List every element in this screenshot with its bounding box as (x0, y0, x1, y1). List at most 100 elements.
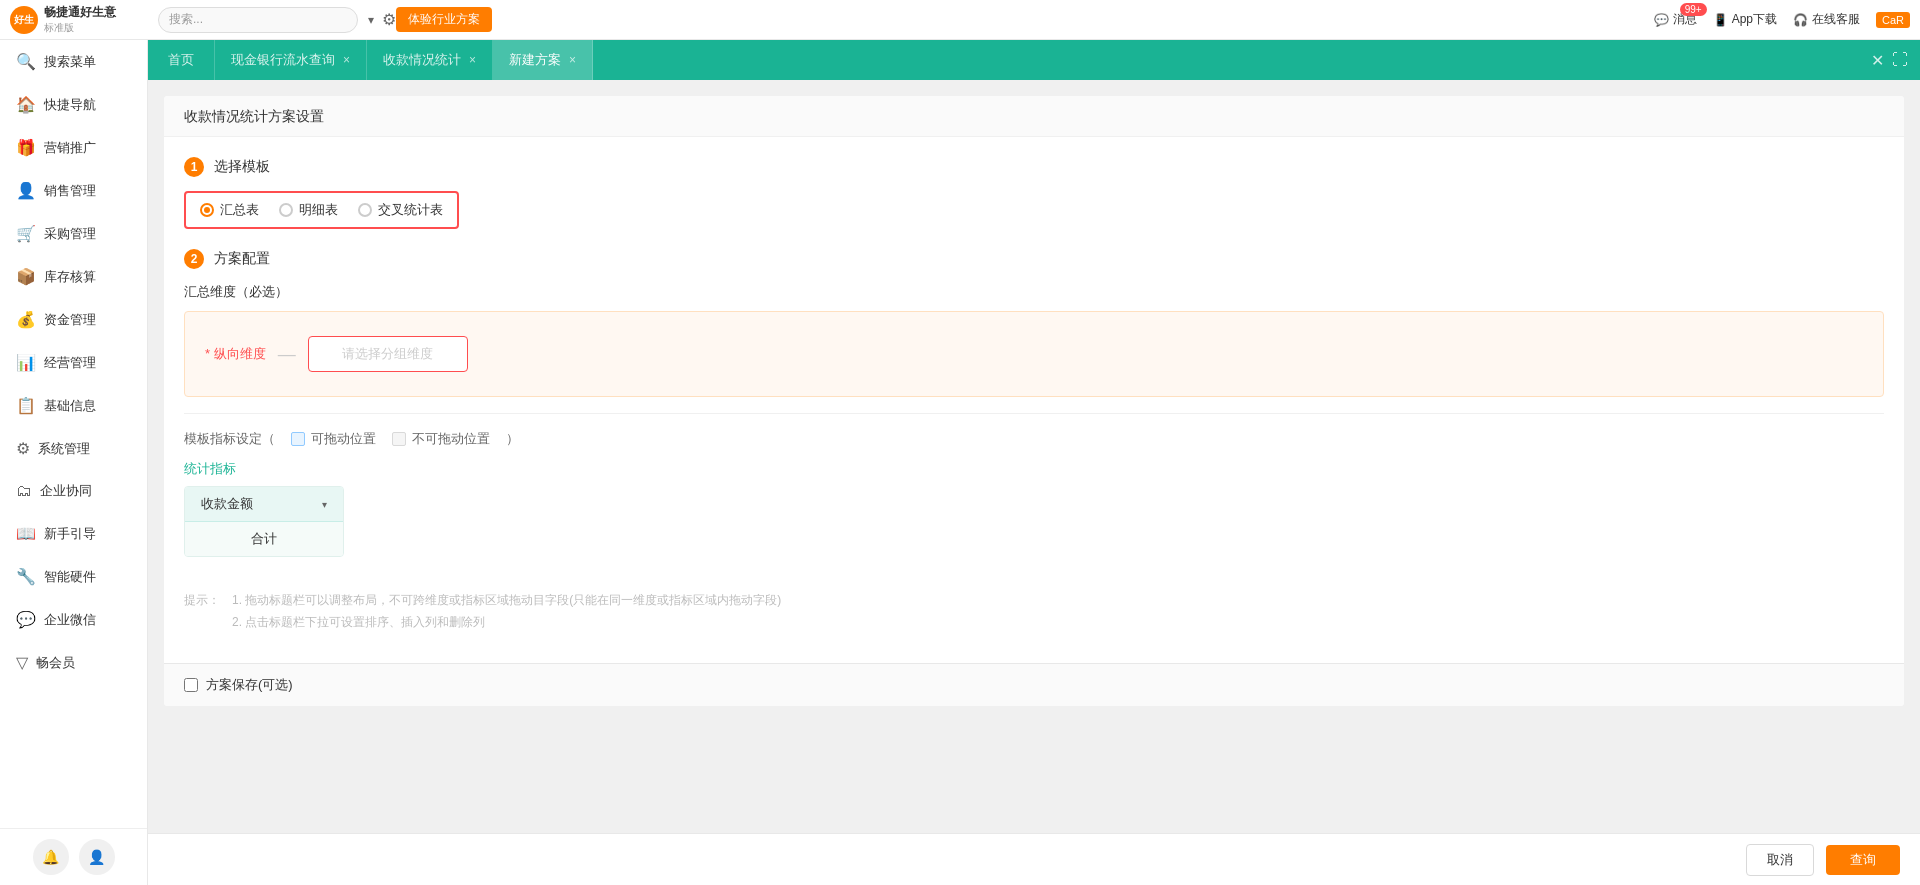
indicator-section-label: 模板指标设定（ (184, 430, 275, 448)
tab-collection-stat[interactable]: 收款情况统计 × (367, 40, 493, 80)
box-icon: 📦 (16, 267, 36, 286)
sidebar-btn-2[interactable]: 👤 (79, 839, 115, 875)
service-label: 在线客服 (1812, 11, 1860, 28)
cancel-button[interactable]: 取消 (1746, 844, 1814, 876)
sidebar-item-label: 库存核算 (44, 268, 96, 286)
tab-close-all-button[interactable]: ✕ (1871, 51, 1884, 70)
tab-home[interactable]: 首页 (148, 40, 215, 80)
footer-bar: 取消 查询 (148, 833, 1920, 885)
tab-collection-stat-label: 收款情况统计 (383, 51, 461, 69)
radio-detail-circle (279, 203, 293, 217)
service-icon: 🎧 (1793, 13, 1808, 27)
message-icon[interactable]: 💬 消息 99+ (1654, 11, 1697, 28)
page-wrapper: 收款情况统计方案设置 1 选择模板 汇总表 (148, 80, 1920, 833)
indicator-header-label: 收款金额 (201, 495, 253, 513)
sidebar-item-newbie[interactable]: 📖 新手引导 (0, 512, 147, 555)
indicator-total-label: 合计 (251, 531, 277, 546)
sidebar-item-basic[interactable]: 📋 基础信息 (0, 384, 147, 427)
sidebar-item-label: 资金管理 (44, 311, 96, 329)
user-avatar[interactable]: CaR (1876, 12, 1910, 28)
radio-summary-circle (200, 203, 214, 217)
sidebar-item-label: 企业微信 (44, 611, 96, 629)
tips-line2: 2. 点击标题栏下拉可设置排序、插入列和删除列 (184, 612, 1884, 634)
breadcrumb: 收款情况统计方案设置 (184, 108, 324, 124)
radio-cross-circle (358, 203, 372, 217)
tab-new-plan[interactable]: 新建方案 × (493, 40, 593, 80)
tab-bank-flow-close[interactable]: × (343, 53, 350, 67)
sidebar-item-sales[interactable]: 👤 销售管理 (0, 169, 147, 212)
dim-placeholder[interactable]: 请选择分组维度 (308, 336, 468, 372)
sidebar-item-member[interactable]: ▽ 畅会员 (0, 641, 147, 684)
sidebar-item-label: 畅会员 (36, 654, 75, 672)
sidebar-item-inventory[interactable]: 📦 库存核算 (0, 255, 147, 298)
sidebar-item-system[interactable]: ⚙ 系统管理 (0, 427, 147, 470)
dimension-area: 纵向维度 — 请选择分组维度 (184, 311, 1884, 397)
content-area: 首页 现金银行流水查询 × 收款情况统计 × 新建方案 × ✕ ⛶ (148, 40, 1920, 885)
list-icon: 📋 (16, 396, 36, 415)
wechat-icon: 💬 (16, 610, 36, 629)
tab-new-plan-close[interactable]: × (569, 53, 576, 67)
member-icon: ▽ (16, 653, 28, 672)
tips-section: 提示： 1. 拖动标题栏可以调整布局，不可跨维度或指标区域拖动目字段(只能在同一… (184, 580, 1884, 643)
step2-title: 2 方案配置 (184, 249, 1884, 269)
gift-icon: 🎁 (16, 138, 36, 157)
radio-detail[interactable]: 明细表 (279, 201, 338, 219)
hardware-icon: 🔧 (16, 567, 36, 586)
sidebar-item-finance[interactable]: 💰 资金管理 (0, 298, 147, 341)
settings-icon: ⚙ (16, 439, 30, 458)
sidebar-item-marketing[interactable]: 🎁 营销推广 (0, 126, 147, 169)
sidebar-item-label: 销售管理 (44, 182, 96, 200)
book-icon: 📖 (16, 524, 36, 543)
chart-icon: 📊 (16, 353, 36, 372)
non-draggable-dot (392, 432, 406, 446)
header-actions: ▾ ⚙ (368, 10, 396, 29)
user-name: CaR (1876, 12, 1910, 28)
indicator-title: 统计指标 (184, 460, 1884, 478)
radio-cross[interactable]: 交叉统计表 (358, 201, 443, 219)
tab-bank-flow[interactable]: 现金银行流水查询 × (215, 40, 367, 80)
folder-icon: 🗂 (16, 482, 32, 500)
step2-num: 2 (184, 249, 204, 269)
radio-summary-label: 汇总表 (220, 201, 259, 219)
tab-collection-stat-close[interactable]: × (469, 53, 476, 67)
trial-button[interactable]: 体验行业方案 (396, 7, 492, 32)
sidebar-item-wechat[interactable]: 💬 企业微信 (0, 598, 147, 641)
tab-maximize-button[interactable]: ⛶ (1892, 51, 1908, 69)
online-service[interactable]: 🎧 在线客服 (1793, 11, 1860, 28)
indicator-table: 收款金额 ▾ 合计 (184, 486, 344, 557)
step1-title: 选择模板 (214, 158, 270, 176)
gear-button[interactable]: ⚙ (382, 10, 396, 29)
query-button[interactable]: 查询 (1826, 845, 1900, 875)
sidebar-item-label: 基础信息 (44, 397, 96, 415)
sidebar-item-search[interactable]: 🔍 搜索菜单 (0, 40, 147, 83)
indicator-header[interactable]: 收款金额 ▾ (185, 487, 343, 522)
sidebar-item-label: 经营管理 (44, 354, 96, 372)
radio-cross-label: 交叉统计表 (378, 201, 443, 219)
tab-home-label: 首页 (168, 51, 194, 69)
search-placeholder: 搜索... (169, 11, 203, 28)
radio-summary[interactable]: 汇总表 (200, 201, 259, 219)
sidebar-item-quick-nav[interactable]: 🏠 快捷导航 (0, 83, 147, 126)
home-icon: 🏠 (16, 95, 36, 114)
sidebar-item-operation[interactable]: 📊 经营管理 (0, 341, 147, 384)
tips-text: 提示： 1. 拖动标题栏可以调整布局，不可跨维度或指标区域拖动目字段(只能在同一… (184, 590, 1884, 633)
save-label: 方案保存(可选) (206, 676, 293, 694)
legend-non-draggable-label: 不可拖动位置 (412, 430, 490, 448)
tab-new-plan-label: 新建方案 (509, 51, 561, 69)
step2-label: 方案配置 (214, 250, 270, 268)
page-header: 收款情况统计方案设置 (164, 96, 1904, 137)
save-checkbox[interactable] (184, 678, 198, 692)
sidebar-item-corp[interactable]: 🗂 企业协同 (0, 470, 147, 512)
app-download[interactable]: 📱 App下载 (1713, 11, 1777, 28)
sidebar-item-label: 系统管理 (38, 440, 90, 458)
money-icon: 💰 (16, 310, 36, 329)
radio-detail-label: 明细表 (299, 201, 338, 219)
sidebar-item-label: 快捷导航 (44, 96, 96, 114)
header-right: 💬 消息 99+ 📱 App下载 🎧 在线客服 CaR (1654, 11, 1910, 28)
sidebar-item-purchase[interactable]: 🛒 采购管理 (0, 212, 147, 255)
dropdown-button[interactable]: ▾ (368, 13, 374, 27)
template-selector: 汇总表 明细表 交叉统计表 (184, 191, 459, 229)
sidebar-item-hardware[interactable]: 🔧 智能硬件 (0, 555, 147, 598)
sidebar-item-label: 智能硬件 (44, 568, 96, 586)
sidebar-btn-1[interactable]: 🔔 (33, 839, 69, 875)
